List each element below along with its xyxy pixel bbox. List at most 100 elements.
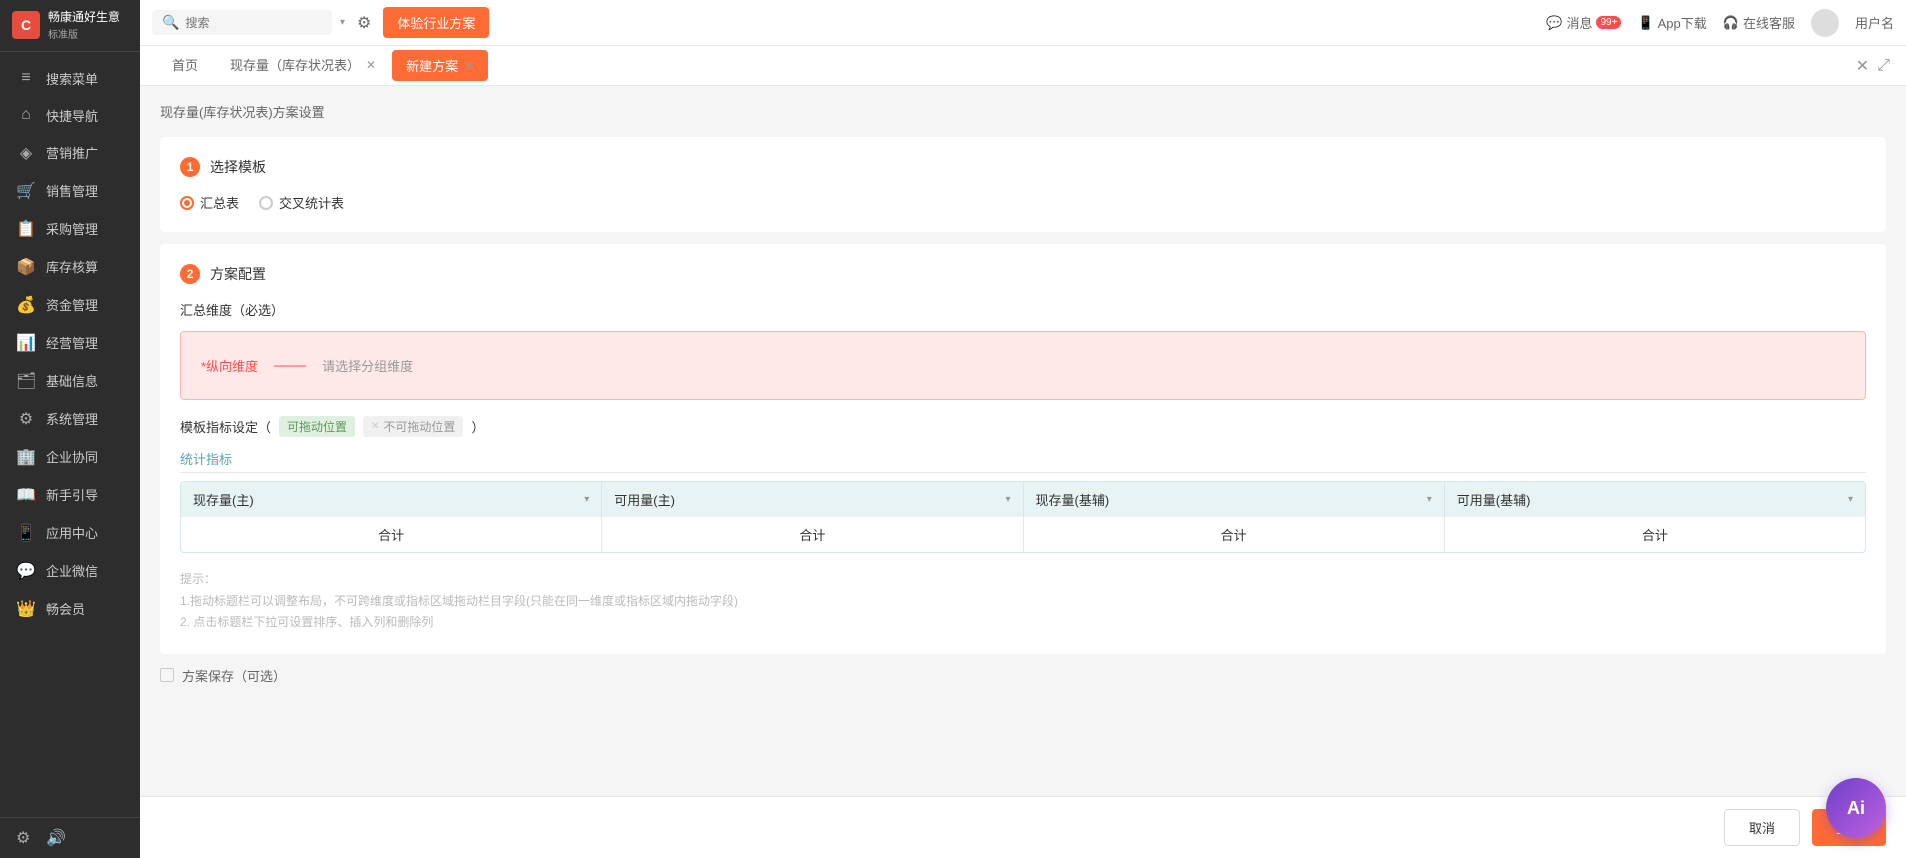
tab-inventory-label: 现存量（库存状况表） <box>230 55 360 74</box>
sidebar-item-app-center[interactable]: 📱 应用中心 <box>0 514 140 552</box>
username-label: 用户名 <box>1855 13 1894 32</box>
col-current-aux[interactable]: 现存量(基辅) ▾ <box>1024 482 1445 517</box>
sidebar-item-purchase[interactable]: 📋 采购管理 <box>0 210 140 248</box>
tab-inventory-close[interactable]: ✕ <box>366 58 376 72</box>
settings-bottom-icon[interactable]: ⚙ <box>16 828 30 848</box>
app-label: App下载 <box>1658 13 1707 32</box>
gear-icon[interactable]: ⚙ <box>357 13 371 33</box>
step2-card: 2 方案配置 汇总维度（必选） *纵向维度 —— 请选择分组维度 模板指标设定（… <box>160 244 1886 654</box>
marketing-icon: ◈ <box>16 143 36 163</box>
col-available-main-chevron[interactable]: ▾ <box>1005 494 1010 505</box>
col-available-main[interactable]: 可用量(主) ▾ <box>602 482 1023 517</box>
radio-cross-label: 交叉统计表 <box>279 193 344 212</box>
main-area: 🔍 ▾ ⚙ 体验行业方案 💬 消息 99+ 📱 App下载 🎧 在线客服 用户名 <box>140 0 1906 858</box>
step2-header: 2 方案配置 <box>180 264 1866 284</box>
app-download-button[interactable]: 📱 App下载 <box>1637 13 1706 32</box>
sidebar-item-label: 销售管理 <box>46 181 98 200</box>
sidebar-item-system[interactable]: ⚙ 系统管理 <box>0 400 140 438</box>
page-title: 现存量(库存状况表)方案设置 <box>160 102 1886 121</box>
sound-bottom-icon[interactable]: 🔊 <box>46 828 66 848</box>
sidebar-item-quick-nav[interactable]: ⌂ 快捷导航 <box>0 97 140 134</box>
tab-close-btn[interactable]: ✕ <box>1856 56 1869 76</box>
cell-0-3: 合计 <box>1445 517 1865 552</box>
app-icon: 📱 <box>1637 15 1653 31</box>
sales-icon: 🛒 <box>16 181 36 201</box>
cell-0-0: 合计 <box>181 517 602 552</box>
sidebar-item-operations[interactable]: 📊 经营管理 <box>0 324 140 362</box>
col-available-aux[interactable]: 可用量(基辅) ▾ <box>1445 482 1865 517</box>
sidebar-item-wechat[interactable]: 💬 企业微信 <box>0 552 140 590</box>
stat-table: 现存量(主) ▾ 可用量(主) ▾ 现存量(基辅) ▾ 可用量(基辅) <box>180 481 1866 553</box>
indicator-setting-suffix: ） <box>471 417 484 436</box>
radio-cross[interactable]: 交叉统计表 <box>259 193 344 212</box>
tips-section: 提示： 1.拖动标题栏可以调整布局，不可跨维度或指标区域拖动栏目字段(只能在同一… <box>180 569 1866 634</box>
tab-new-close[interactable]: ✕ <box>464 59 474 73</box>
tab-home[interactable]: 首页 <box>156 47 214 84</box>
stat-table-body: 合计 合计 合计 合计 <box>181 517 1865 552</box>
dimension-box[interactable]: *纵向维度 —— 请选择分组维度 <box>180 331 1866 400</box>
col-available-aux-chevron[interactable]: ▾ <box>1848 494 1853 505</box>
user-avatar[interactable] <box>1811 9 1839 37</box>
sidebar-item-label: 基础信息 <box>46 371 98 390</box>
search-icon: 🔍 <box>162 14 179 31</box>
sidebar: C 畅康通好生意 标准版 ≡ 搜索菜单 ⌂ 快捷导航 ◈ 营销推广 🛒 销售管理… <box>0 0 140 858</box>
sidebar-item-label: 企业微信 <box>46 561 98 580</box>
col-current-main[interactable]: 现存量(主) ▾ <box>181 482 602 517</box>
message-button[interactable]: 💬 消息 99+ <box>1546 13 1621 32</box>
sidebar-item-new-guide[interactable]: 📖 新手引导 <box>0 476 140 514</box>
enterprise-icon: 🏢 <box>16 447 36 467</box>
sidebar-item-basic-info[interactable]: 🗂 基础信息 <box>0 362 140 400</box>
online-service-button[interactable]: 🎧 在线客服 <box>1723 13 1795 32</box>
save-option: 方案保存（可选） <box>160 666 1886 685</box>
sidebar-item-member[interactable]: 👑 畅会员 <box>0 590 140 628</box>
col-current-main-chevron[interactable]: ▾ <box>584 494 589 505</box>
cell-0-2: 合计 <box>1024 517 1445 552</box>
new-guide-icon: 📖 <box>16 485 36 505</box>
search-box[interactable]: 🔍 <box>152 10 332 35</box>
radio-cross-dot <box>259 196 273 210</box>
radio-summary-label: 汇总表 <box>200 193 239 212</box>
sidebar-bottom: ⚙ 🔊 <box>0 817 140 858</box>
sidebar-item-label: 搜索菜单 <box>46 69 98 88</box>
tips-title: 提示： <box>180 569 1866 591</box>
tab-bar: 首页 现存量（库存状况表） ✕ 新建方案 ✕ ✕ ⤢ <box>140 46 1906 86</box>
tab-home-label: 首页 <box>172 55 198 74</box>
sidebar-item-sales[interactable]: 🛒 销售管理 <box>0 172 140 210</box>
search-chevron-icon[interactable]: ▾ <box>340 17 345 28</box>
indicator-setting-prefix: 模板指标设定（ <box>180 417 271 436</box>
operations-icon: 📊 <box>16 333 36 353</box>
sidebar-item-enterprise[interactable]: 🏢 企业协同 <box>0 438 140 476</box>
purchase-icon: 📋 <box>16 219 36 239</box>
topbar-right: 💬 消息 99+ 📱 App下载 🎧 在线客服 用户名 <box>1546 9 1894 37</box>
search-input[interactable] <box>185 16 305 30</box>
app-version: 标准版 <box>48 26 120 41</box>
tab-inventory-status[interactable]: 现存量（库存状况表） ✕ <box>214 47 392 84</box>
finance-icon: 💰 <box>16 295 36 315</box>
main-content: 现存量(库存状况表)方案设置 1 选择模板 汇总表 交叉统计表 2 <box>140 86 1906 796</box>
cell-0-1: 合计 <box>602 517 1023 552</box>
radio-summary[interactable]: 汇总表 <box>180 193 239 212</box>
sidebar-item-marketing[interactable]: ◈ 营销推广 <box>0 134 140 172</box>
sidebar-item-search-menu[interactable]: ≡ 搜索菜单 <box>0 60 140 97</box>
ai-bubble-button[interactable]: Ai <box>1826 778 1886 838</box>
save-checkbox[interactable] <box>160 668 174 682</box>
sidebar-item-inventory[interactable]: 📦 库存核算 <box>0 248 140 286</box>
sidebar-item-label: 系统管理 <box>46 409 98 428</box>
tab-expand-btn[interactable]: ⤢ <box>1877 56 1890 76</box>
app-center-icon: 📱 <box>16 523 36 543</box>
dimension-arrow: —— <box>274 357 306 375</box>
step2-title: 方案配置 <box>210 264 266 284</box>
sidebar-item-finance[interactable]: 💰 资金管理 <box>0 286 140 324</box>
step1-title: 选择模板 <box>210 157 266 177</box>
sidebar-item-label: 快捷导航 <box>46 106 98 125</box>
stat-section: 统计指标 现存量(主) ▾ 可用量(主) ▾ 现存量(基辅) <box>180 449 1866 553</box>
sidebar-item-label: 新手引导 <box>46 485 98 504</box>
cancel-button[interactable]: 取消 <box>1724 809 1800 846</box>
wechat-icon: 💬 <box>16 561 36 581</box>
trial-button[interactable]: 体验行业方案 <box>383 7 489 38</box>
col-current-aux-chevron[interactable]: ▾ <box>1427 494 1432 505</box>
basic-info-icon: 🗂 <box>16 371 36 391</box>
message-icon: 💬 <box>1546 15 1562 31</box>
tab-new-scheme[interactable]: 新建方案 ✕ <box>392 50 488 81</box>
quick-nav-icon: ⌂ <box>16 106 36 124</box>
